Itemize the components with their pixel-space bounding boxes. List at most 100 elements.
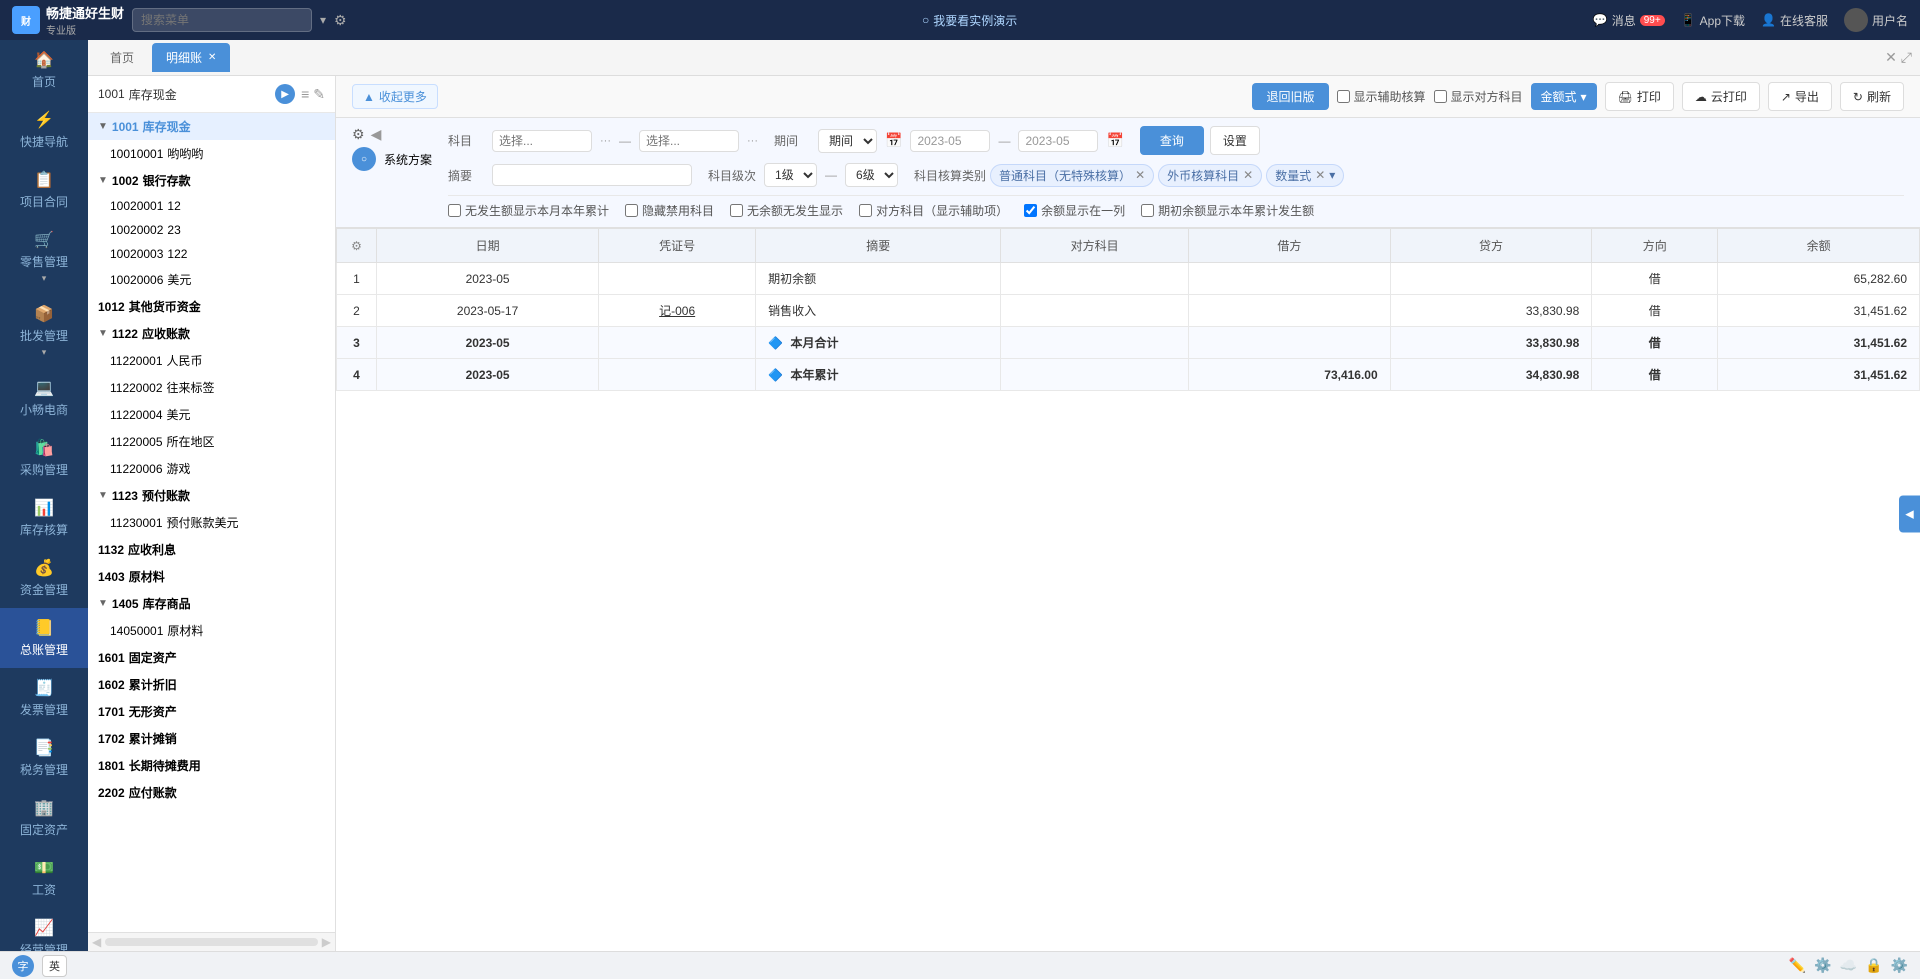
sidebar-item-home[interactable]: 🏠 首页 [0, 40, 88, 100]
show-aux-checkbox[interactable] [1337, 90, 1350, 103]
tree-item-1001[interactable]: ▼ 1001 库存现金 [88, 113, 335, 140]
show-contra-checkbox[interactable] [1434, 90, 1447, 103]
expand-btn[interactable]: ⤢ [1901, 49, 1912, 66]
sidebar-item-general[interactable]: 📒 总账管理 [0, 608, 88, 668]
format-btn[interactable]: 金额式 ▾ [1531, 83, 1597, 110]
cb-opening-input[interactable] [1141, 204, 1154, 217]
close-btn[interactable]: ✕ [1885, 49, 1897, 66]
period-type-select[interactable]: 期间 [818, 129, 877, 153]
cb-hide-disabled-input[interactable] [625, 204, 638, 217]
cloud-print-btn[interactable]: ☁ 云打印 [1682, 82, 1760, 111]
tab-home[interactable]: 首页 [96, 43, 148, 72]
tree-view-icon[interactable]: ≡ [301, 86, 309, 103]
settings-icon-bottom[interactable]: ⚙️ [1814, 957, 1831, 974]
tree-item-11220006[interactable]: 11220006 游戏 [88, 455, 335, 482]
expand-more-btn[interactable]: ▲ 收起更多 [352, 84, 438, 109]
sidebar-item-operations[interactable]: 📈 经营管理 [0, 908, 88, 951]
account-nav-btn[interactable]: ▶ [275, 84, 295, 104]
sidebar-item-assets[interactable]: 🏢 固定资产 [0, 788, 88, 848]
tree-item-1602[interactable]: 1602 累计折旧 [88, 671, 335, 698]
level-start-select[interactable]: 1级 [764, 163, 817, 187]
online-service-btn[interactable]: 👤 在线客服 [1761, 12, 1828, 29]
return-old-btn[interactable]: 退回旧版 [1252, 83, 1328, 110]
tree-item-1702[interactable]: 1702 累计摊销 [88, 725, 335, 752]
cb-balance-row-input[interactable] [1024, 204, 1037, 217]
config-icon[interactable]: ⚙ [352, 126, 365, 143]
tree-item-10020003[interactable]: 10020003 122 [88, 242, 335, 266]
tree-item-11220001[interactable]: 11220001 人民币 [88, 347, 335, 374]
summary-input[interactable] [492, 164, 692, 186]
tag-normal-close[interactable]: ✕ [1135, 168, 1145, 182]
lang-btn[interactable]: 英 [42, 955, 67, 977]
tree-item-14050001[interactable]: 14050001 原材料 [88, 617, 335, 644]
export-btn[interactable]: ↗ 导出 [1768, 82, 1832, 111]
tree-item-1601[interactable]: 1601 固定资产 [88, 644, 335, 671]
period-start-input[interactable] [910, 130, 990, 152]
tree-item-1012[interactable]: 1012 其他货币资金 [88, 293, 335, 320]
tree-item-10010001[interactable]: 10010001 哟哟哟 [88, 140, 335, 167]
col-settings-icon[interactable]: ⚙ [351, 239, 362, 253]
message-btn[interactable]: 💬 消息 99+ [1593, 12, 1665, 29]
subject-input[interactable] [492, 130, 592, 152]
gear-icon[interactable]: ⚙️ [1891, 957, 1908, 974]
sidebar-item-tax[interactable]: 📑 税务管理 [0, 728, 88, 788]
sidebar-item-quick-nav[interactable]: ⚡ 快捷导航 [0, 100, 88, 160]
tree-item-1701[interactable]: 1701 无形资产 [88, 698, 335, 725]
sidebar-item-invoice[interactable]: 🧾 发票管理 [0, 668, 88, 728]
tree-item-10020002[interactable]: 10020002 23 [88, 218, 335, 242]
level-end-select[interactable]: 6级 [845, 163, 898, 187]
subject-end-input[interactable] [639, 130, 739, 152]
period-calendar-icon[interactable]: 📅 [885, 132, 902, 149]
cb-opening[interactable]: 期初余额显示本年累计发生额 [1141, 202, 1314, 219]
tree-item-2202[interactable]: 2202 应付账款 [88, 779, 335, 806]
settings-icon[interactable]: ⚙ [334, 12, 347, 29]
row-voucher-2[interactable]: 记-006 [599, 295, 756, 327]
sidebar-item-salary[interactable]: 💵 工资 [0, 848, 88, 908]
dropdown-icon[interactable]: ▾ [320, 13, 326, 27]
sidebar-item-ecommerce[interactable]: 💻 小畅电商 [0, 368, 88, 428]
tree-item-11220005[interactable]: 11220005 所在地区 [88, 428, 335, 455]
sidebar-item-wholesale[interactable]: 📦 批发管理 ▾ [0, 294, 88, 368]
cb-contra-input[interactable] [859, 204, 872, 217]
tree-item-11220004[interactable]: 11220004 美元 [88, 401, 335, 428]
scroll-left-icon[interactable]: ◀ [92, 935, 101, 949]
user-btn[interactable]: 用户名 [1844, 8, 1908, 32]
app-download-btn[interactable]: 📱 App下载 [1681, 12, 1745, 29]
cb-no-occur-input[interactable] [448, 204, 461, 217]
tag-foreign-close[interactable]: ✕ [1243, 168, 1253, 182]
tree-item-1132[interactable]: 1132 应收利息 [88, 536, 335, 563]
tree-item-10020006[interactable]: 10020006 美元 [88, 266, 335, 293]
tag-quantity-close[interactable]: ✕ [1315, 168, 1325, 182]
subject-end-more-icon[interactable]: ··· [747, 135, 758, 147]
chat-btn[interactable]: 字 [12, 955, 34, 977]
lock-icon[interactable]: 🔒 [1865, 957, 1882, 974]
cb-balance-row[interactable]: 余额显示在一列 [1024, 202, 1125, 219]
sidebar-item-retail[interactable]: 🛒 零售管理 ▾ [0, 220, 88, 294]
settings-btn[interactable]: 设置 [1210, 126, 1260, 155]
tab-ledger-close[interactable]: ✕ [208, 52, 216, 63]
tab-ledger[interactable]: 明细账 ✕ [152, 43, 230, 72]
tree-item-1405[interactable]: ▼ 1405 库存商品 [88, 590, 335, 617]
right-collapse-btn[interactable]: ◀ [1899, 495, 1920, 532]
cb-contra[interactable]: 对方科目（显示辅助项） [859, 202, 1008, 219]
tree-item-1801[interactable]: 1801 长期待摊费用 [88, 752, 335, 779]
cb-no-balance[interactable]: 无余额无发生显示 [730, 202, 843, 219]
period-end-calendar-icon[interactable]: 📅 [1106, 132, 1123, 149]
refresh-btn[interactable]: ↻ 刷新 [1840, 82, 1904, 111]
tag-quantity-arrow[interactable]: ▾ [1329, 168, 1335, 182]
cb-hide-disabled[interactable]: 隐藏禁用科目 [625, 202, 714, 219]
subject-more-icon[interactable]: ··· [600, 135, 611, 147]
cloud-icon-bottom[interactable]: ☁️ [1840, 957, 1857, 974]
edit-icon[interactable]: ✏️ [1789, 957, 1806, 974]
collapse-icon[interactable]: ◀ [371, 126, 382, 143]
demo-area[interactable]: ○ 我要看实例演示 [922, 12, 1017, 29]
tree-edit-icon[interactable]: ✎ [313, 86, 325, 103]
tree-item-1002[interactable]: ▼ 1002 银行存款 [88, 167, 335, 194]
scroll-right-icon[interactable]: ▶ [322, 935, 331, 949]
period-end-input[interactable] [1018, 130, 1098, 152]
sidebar-item-purchase[interactable]: 🛍️ 采购管理 [0, 428, 88, 488]
search-input[interactable] [132, 8, 312, 32]
horizontal-scrollbar[interactable] [105, 938, 318, 946]
query-btn[interactable]: 查询 [1140, 126, 1204, 155]
sidebar-item-project[interactable]: 📋 项目合同 [0, 160, 88, 220]
